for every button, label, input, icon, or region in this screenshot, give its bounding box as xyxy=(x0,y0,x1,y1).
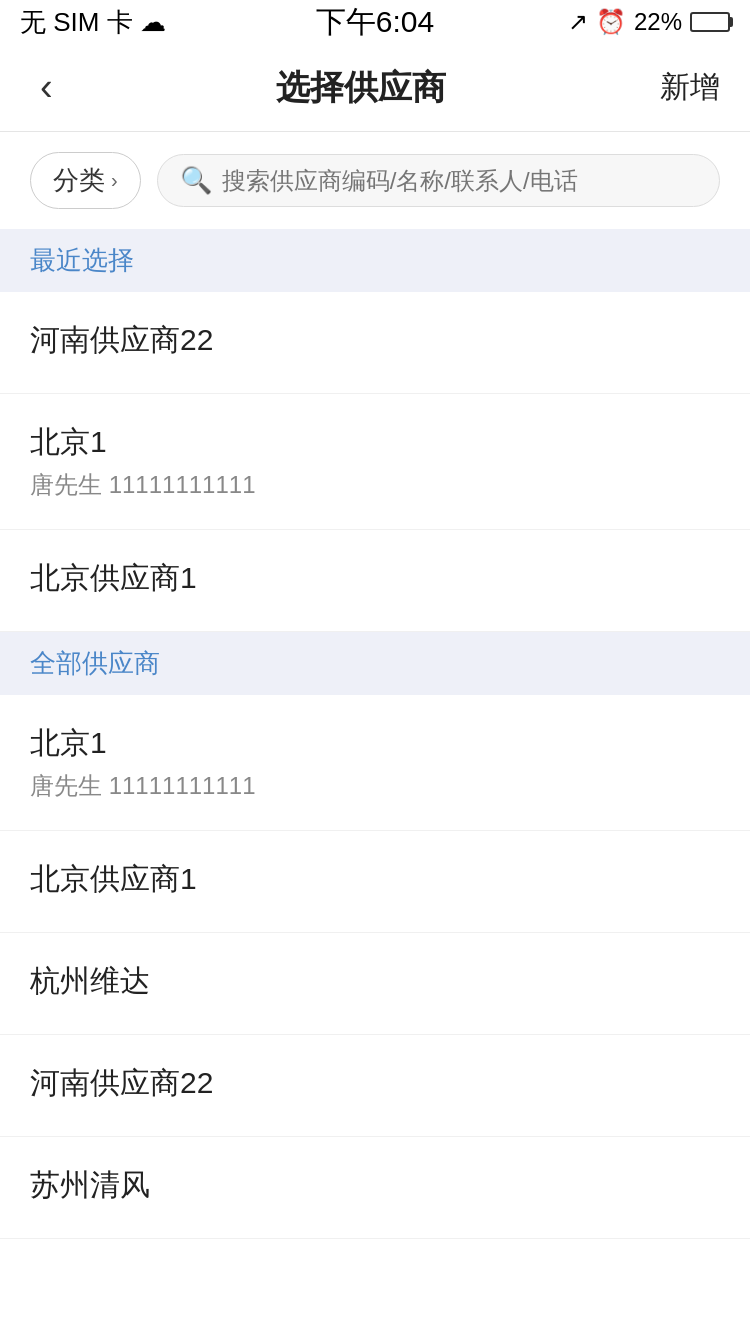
add-button[interactable]: 新增 xyxy=(660,67,720,108)
nav-bar: ‹ 选择供应商 新增 xyxy=(0,44,750,132)
recent-section-header: 最近选择 xyxy=(0,229,750,292)
battery-icon xyxy=(690,12,730,32)
recent-items-list: 河南供应商22 北京1 唐先生 11111111111 北京供应商1 xyxy=(0,292,750,632)
alarm-icon: ⏰ xyxy=(596,8,626,36)
page-title: 选择供应商 xyxy=(276,65,446,111)
status-time: 下午6:04 xyxy=(316,2,434,43)
filter-bar: 分类 › 🔍 xyxy=(0,132,750,229)
all-section-header: 全部供应商 xyxy=(0,632,750,695)
item-name: 北京1 xyxy=(30,723,720,764)
category-filter-button[interactable]: 分类 › xyxy=(30,152,141,209)
item-sub: 唐先生 11111111111 xyxy=(30,469,720,501)
list-item[interactable]: 北京1 唐先生 11111111111 xyxy=(0,394,750,530)
search-box: 🔍 xyxy=(157,154,720,207)
list-item[interactable]: 苏州清风 xyxy=(0,1137,750,1239)
item-name: 杭州维达 xyxy=(30,961,720,1002)
battery-percent: 22% xyxy=(634,8,682,36)
item-name: 河南供应商22 xyxy=(30,320,720,361)
sim-status: 无 SIM 卡 ☁ xyxy=(20,5,166,40)
list-item[interactable]: 河南供应商22 xyxy=(0,1035,750,1137)
item-name: 北京供应商1 xyxy=(30,558,720,599)
category-label: 分类 xyxy=(53,163,105,198)
chevron-right-icon: › xyxy=(111,169,118,192)
list-item[interactable]: 杭州维达 xyxy=(0,933,750,1035)
item-name: 北京供应商1 xyxy=(30,859,720,900)
item-name: 北京1 xyxy=(30,422,720,463)
search-icon: 🔍 xyxy=(180,165,212,196)
all-items-list: 北京1 唐先生 11111111111 北京供应商1 杭州维达河南供应商22 苏州清风 xyxy=(0,695,750,1239)
item-name: 苏州清风 xyxy=(30,1165,720,1206)
list-item[interactable]: 北京1 唐先生 11111111111 xyxy=(0,695,750,831)
status-right: ↗ ⏰ 22% xyxy=(568,8,730,36)
item-sub: 唐先生 11111111111 xyxy=(30,770,720,802)
list-item[interactable]: 河南供应商22 xyxy=(0,292,750,394)
back-button[interactable]: ‹ xyxy=(30,56,63,119)
list-item[interactable]: 北京供应商1 xyxy=(0,530,750,632)
item-name: 河南供应商22 xyxy=(30,1063,720,1104)
status-left: 无 SIM 卡 ☁ xyxy=(20,5,166,40)
search-input[interactable] xyxy=(222,167,697,195)
status-bar: 无 SIM 卡 ☁ 下午6:04 ↗ ⏰ 22% xyxy=(0,0,750,44)
location-icon: ↗ xyxy=(568,8,588,36)
list-item[interactable]: 北京供应商1 xyxy=(0,831,750,933)
